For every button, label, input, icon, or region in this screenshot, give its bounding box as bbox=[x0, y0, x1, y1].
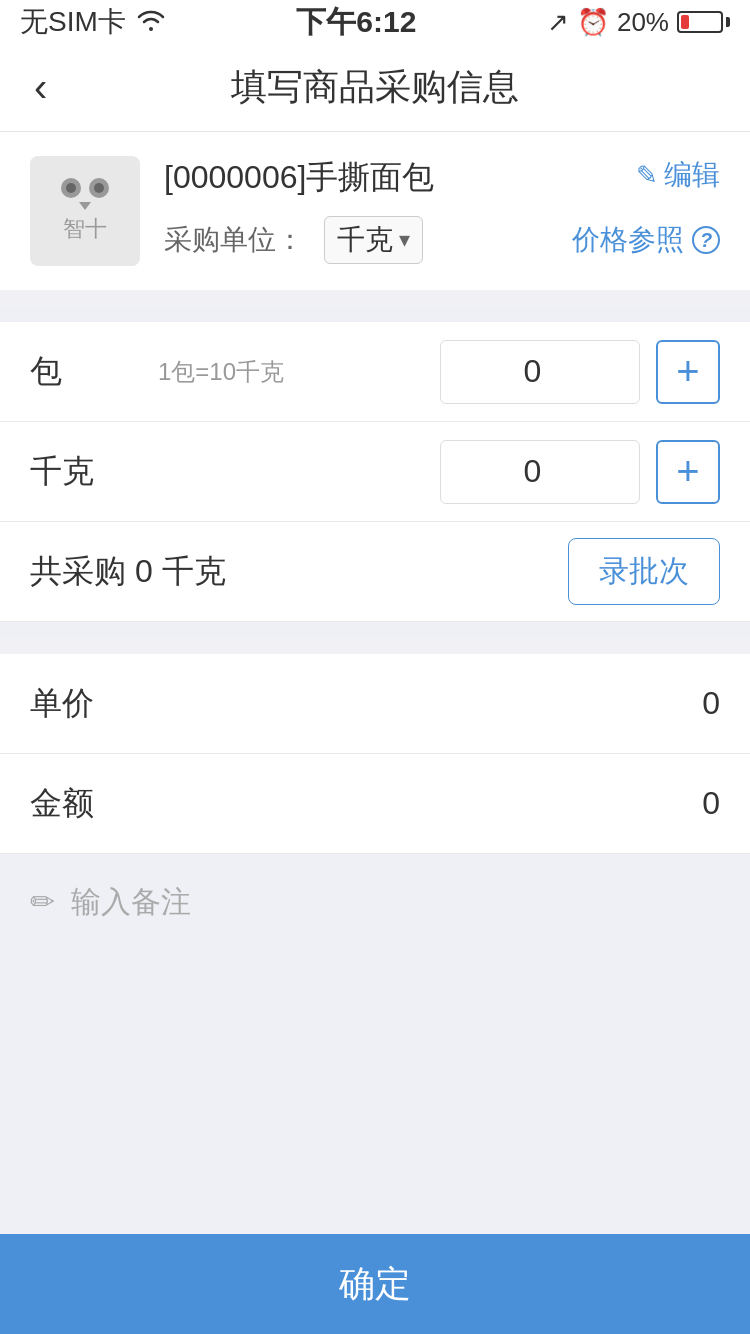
confirm-button[interactable]: 确定 bbox=[0, 1234, 750, 1334]
kg-plus-button[interactable]: + bbox=[656, 440, 720, 504]
status-right: ↗ ⏰ 20% bbox=[547, 7, 730, 38]
unit-value: 千克 bbox=[337, 221, 393, 259]
notes-placeholder: 输入备注 bbox=[71, 882, 191, 923]
battery-icon bbox=[677, 11, 730, 33]
page-title: 填写商品采购信息 bbox=[231, 63, 519, 112]
logo-text: 智十 bbox=[63, 214, 107, 244]
bao-input-wrap: + bbox=[284, 340, 720, 404]
kg-input[interactable] bbox=[440, 440, 640, 504]
unit-price-row: 单价 0 bbox=[0, 654, 750, 754]
kg-input-wrap: + bbox=[150, 440, 720, 504]
section-divider-1 bbox=[0, 306, 750, 322]
status-bar: 无SIM卡 下午6:12 ↗ ⏰ 20% bbox=[0, 0, 750, 44]
info-icon: ? bbox=[692, 226, 720, 254]
amount-value: 0 bbox=[702, 785, 720, 822]
record-batch-button[interactable]: 录批次 bbox=[568, 538, 720, 605]
bao-sublabel: 1包=10千克 bbox=[158, 356, 284, 388]
bao-row: 包 1包=10千克 + bbox=[0, 322, 750, 422]
edit-icon: ✎ bbox=[636, 160, 658, 191]
status-time: 下午6:12 bbox=[296, 2, 416, 43]
product-card: 智十 [0000006]手撕面包 采购单位： 千克 ▾ 价格参照 ? ✎ 编辑 bbox=[0, 132, 750, 290]
amount-label: 金额 bbox=[30, 782, 94, 826]
nav-bar: ‹ 填写商品采购信息 bbox=[0, 44, 750, 132]
edit-button[interactable]: ✎ 编辑 bbox=[636, 156, 720, 194]
price-ref-label: 价格参照 bbox=[572, 221, 684, 259]
notes-section[interactable]: ✏ 输入备注 bbox=[0, 854, 750, 1234]
unit-price-label: 单价 bbox=[30, 682, 94, 726]
total-row: 共采购 0 千克 录批次 bbox=[0, 522, 750, 622]
status-left: 无SIM卡 bbox=[20, 3, 166, 41]
kg-label: 千克 bbox=[30, 450, 150, 494]
section-divider-2 bbox=[0, 622, 750, 638]
price-section: 单价 0 金额 0 bbox=[0, 654, 750, 854]
product-thumbnail: 智十 bbox=[30, 156, 140, 266]
price-ref-button[interactable]: 价格参照 ? bbox=[572, 221, 720, 259]
amount-row: 金额 0 bbox=[0, 754, 750, 854]
unit-label: 采购单位： bbox=[164, 221, 304, 259]
alarm-icon: ⏰ bbox=[577, 7, 609, 38]
back-button[interactable]: ‹ bbox=[24, 55, 57, 120]
chevron-down-icon: ▾ bbox=[399, 227, 410, 253]
battery-percent: 20% bbox=[617, 7, 669, 38]
edit-label: 编辑 bbox=[664, 156, 720, 194]
total-text: 共采购 0 千克 bbox=[30, 550, 226, 594]
unit-price-value: 0 bbox=[702, 685, 720, 722]
input-section: 包 1包=10千克 + 千克 + 共采购 0 千克 录批次 bbox=[0, 322, 750, 622]
unit-select[interactable]: 千克 ▾ bbox=[324, 216, 423, 264]
bao-plus-button[interactable]: + bbox=[656, 340, 720, 404]
location-icon: ↗ bbox=[547, 7, 569, 38]
kg-row: 千克 + bbox=[0, 422, 750, 522]
pencil-icon: ✏ bbox=[30, 884, 55, 919]
wifi-icon bbox=[136, 6, 166, 38]
carrier-label: 无SIM卡 bbox=[20, 3, 126, 41]
bao-label: 包 bbox=[30, 350, 150, 394]
product-meta: 采购单位： 千克 ▾ 价格参照 ? bbox=[164, 216, 720, 264]
bao-input[interactable] bbox=[440, 340, 640, 404]
